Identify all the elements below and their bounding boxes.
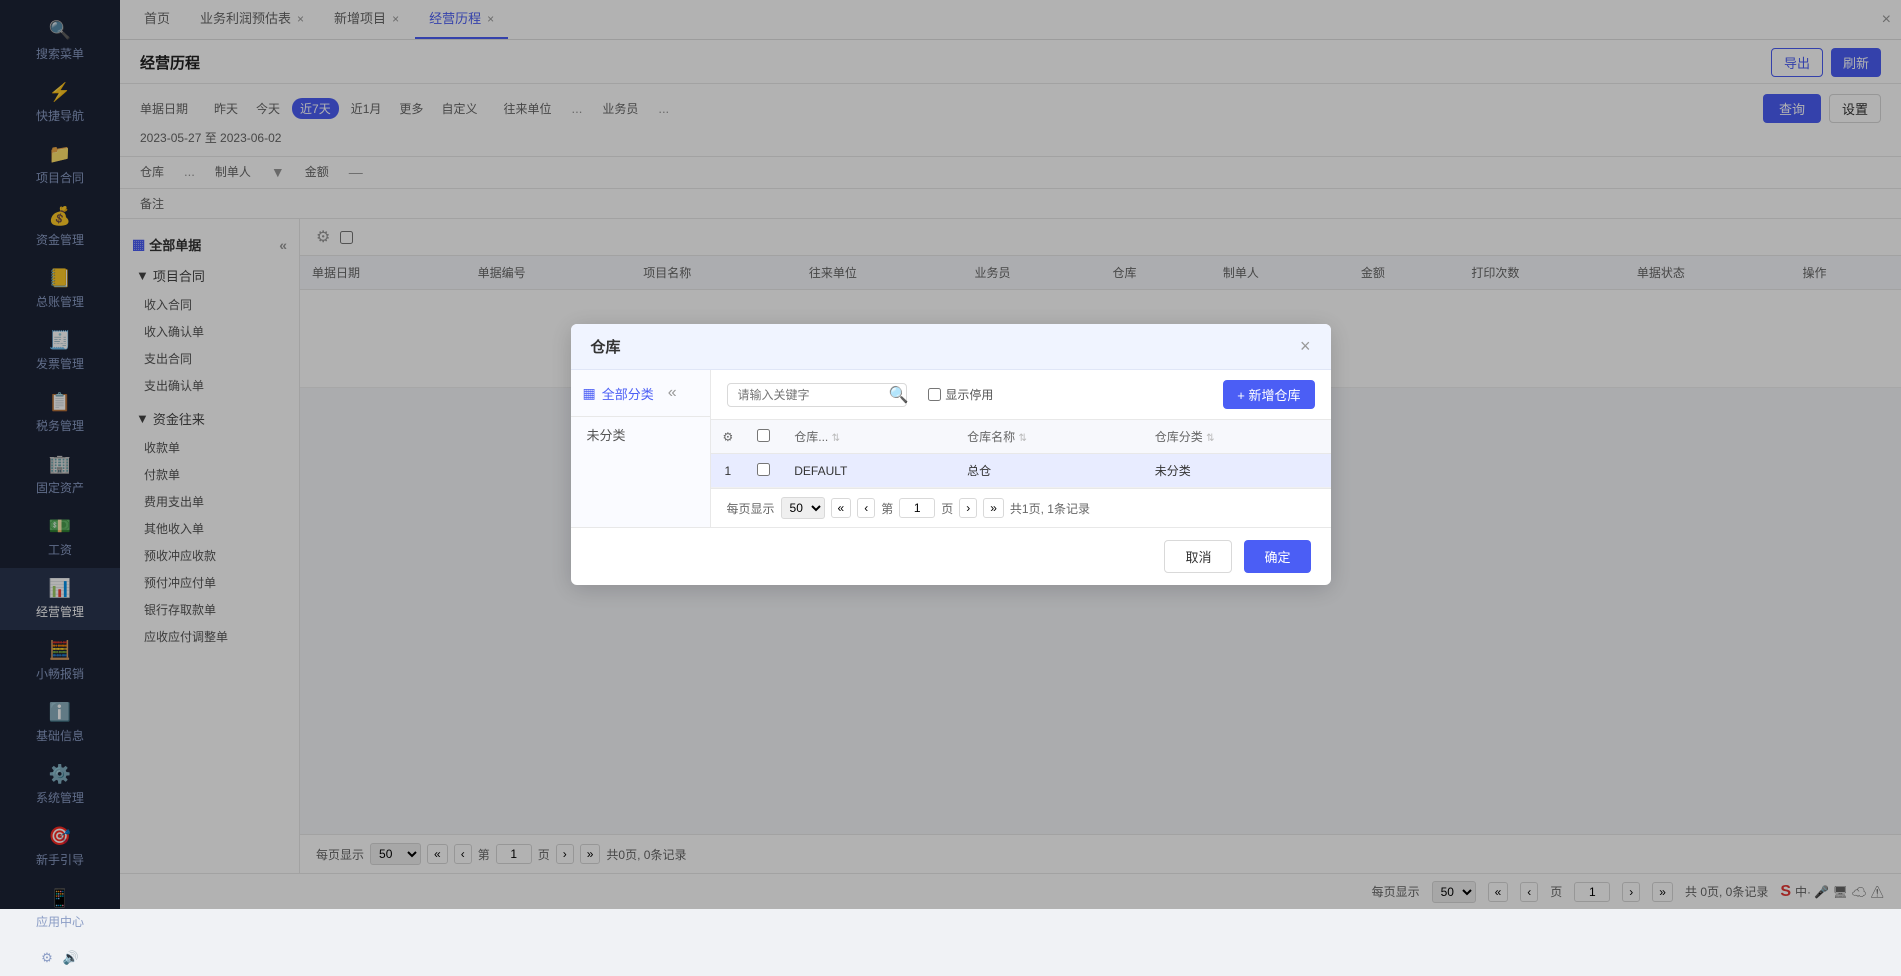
modal-close-btn[interactable]: ×	[1300, 336, 1311, 357]
modal-col-code: 仓库... ⇅	[782, 420, 955, 454]
row-check-cell[interactable]	[745, 454, 782, 488]
grid-icon-modal: ▦	[583, 385, 596, 402]
sort-icon-code: ⇅	[832, 433, 840, 444]
modal-table-row[interactable]: 1 DEFAULT 总仓 未分类	[711, 454, 1331, 488]
modal-pagination: 每页显示 50 « ‹ 第 页 › » 共1页, 1条记录	[711, 488, 1331, 527]
modal-footer: 取消 确定	[571, 527, 1331, 585]
sidebar-appcenter-label: 应用中心	[36, 913, 84, 930]
row-name-cell: 总仓	[955, 454, 1143, 488]
modal-total-label: 共1页, 1条记录	[1010, 500, 1090, 517]
modal-col-category: 仓库分类 ⇅	[1143, 420, 1331, 454]
add-warehouse-btn[interactable]: + 新增仓库	[1223, 380, 1314, 409]
modal-last-btn[interactable]: »	[983, 498, 1004, 518]
modal-per-page-select[interactable]: 50	[781, 497, 825, 519]
modal-first-btn[interactable]: «	[831, 498, 852, 518]
modal-body: ▦ 全部分类 « 未分类 🔍 显示停用 + 新增	[571, 370, 1331, 527]
modal-page-unit: 页	[941, 500, 953, 517]
modal-search-icon[interactable]: 🔍	[889, 385, 909, 405]
row-category-cell: 未分类	[1143, 454, 1331, 488]
show-disabled-checkbox[interactable]	[928, 388, 941, 401]
all-category-label: 全部分类	[602, 384, 654, 403]
modal-select-all[interactable]	[757, 429, 770, 442]
warehouse-modal: 仓库 × ▦ 全部分类 « 未分类 🔍	[571, 324, 1331, 585]
modal-next-btn[interactable]: ›	[959, 498, 977, 518]
modal-page-input[interactable]	[899, 498, 935, 518]
modal-per-page-label: 每页显示	[727, 500, 775, 517]
show-disabled-label[interactable]: 显示停用	[928, 386, 993, 403]
modal-toolbar: 🔍 显示停用 + 新增仓库	[711, 370, 1331, 420]
cancel-button[interactable]: 取消	[1164, 540, 1232, 573]
modal-table-header: ⚙ 仓库... ⇅ 仓库名称 ⇅	[711, 420, 1331, 454]
modal-prev-btn[interactable]: ‹	[857, 498, 875, 518]
confirm-button[interactable]: 确定	[1244, 540, 1310, 573]
collapse-panel-btn[interactable]: «	[660, 380, 685, 406]
modal-left-panel: ▦ 全部分类 « 未分类	[571, 370, 711, 527]
modal-page-label: 第	[881, 500, 893, 517]
modal-warehouse-table: ⚙ 仓库... ⇅ 仓库名称 ⇅	[711, 420, 1331, 488]
row-checkbox[interactable]	[757, 463, 770, 476]
sort-icon-name: ⇅	[1018, 433, 1026, 444]
row-code-cell: DEFAULT	[782, 454, 955, 488]
settings-bottom-icon[interactable]: ⚙	[41, 950, 53, 966]
sort-icon-category: ⇅	[1206, 433, 1214, 444]
modal-left-header[interactable]: ▦ 全部分类 «	[571, 370, 710, 417]
modal-search-input[interactable]	[727, 383, 907, 407]
modal-col-check	[745, 420, 782, 454]
volume-icon[interactable]: 🔊	[63, 950, 79, 966]
modal-right-panel: 🔍 显示停用 + 新增仓库 ⚙	[711, 370, 1331, 527]
modal-left-item-uncategorized[interactable]: 未分类	[571, 417, 710, 452]
modal-header: 仓库 ×	[571, 324, 1331, 370]
modal-col-name: 仓库名称 ⇅	[955, 420, 1143, 454]
modal-col-gear: ⚙	[711, 420, 746, 454]
row-gear-cell: 1	[711, 454, 746, 488]
modal-title: 仓库	[591, 336, 621, 357]
sidebar-bottom: ⚙ 🔊	[31, 940, 89, 976]
modal-table-wrap: ⚙ 仓库... ⇅ 仓库名称 ⇅	[711, 420, 1331, 488]
modal-overlay: 仓库 × ▦ 全部分类 « 未分类 🔍	[0, 0, 1901, 909]
